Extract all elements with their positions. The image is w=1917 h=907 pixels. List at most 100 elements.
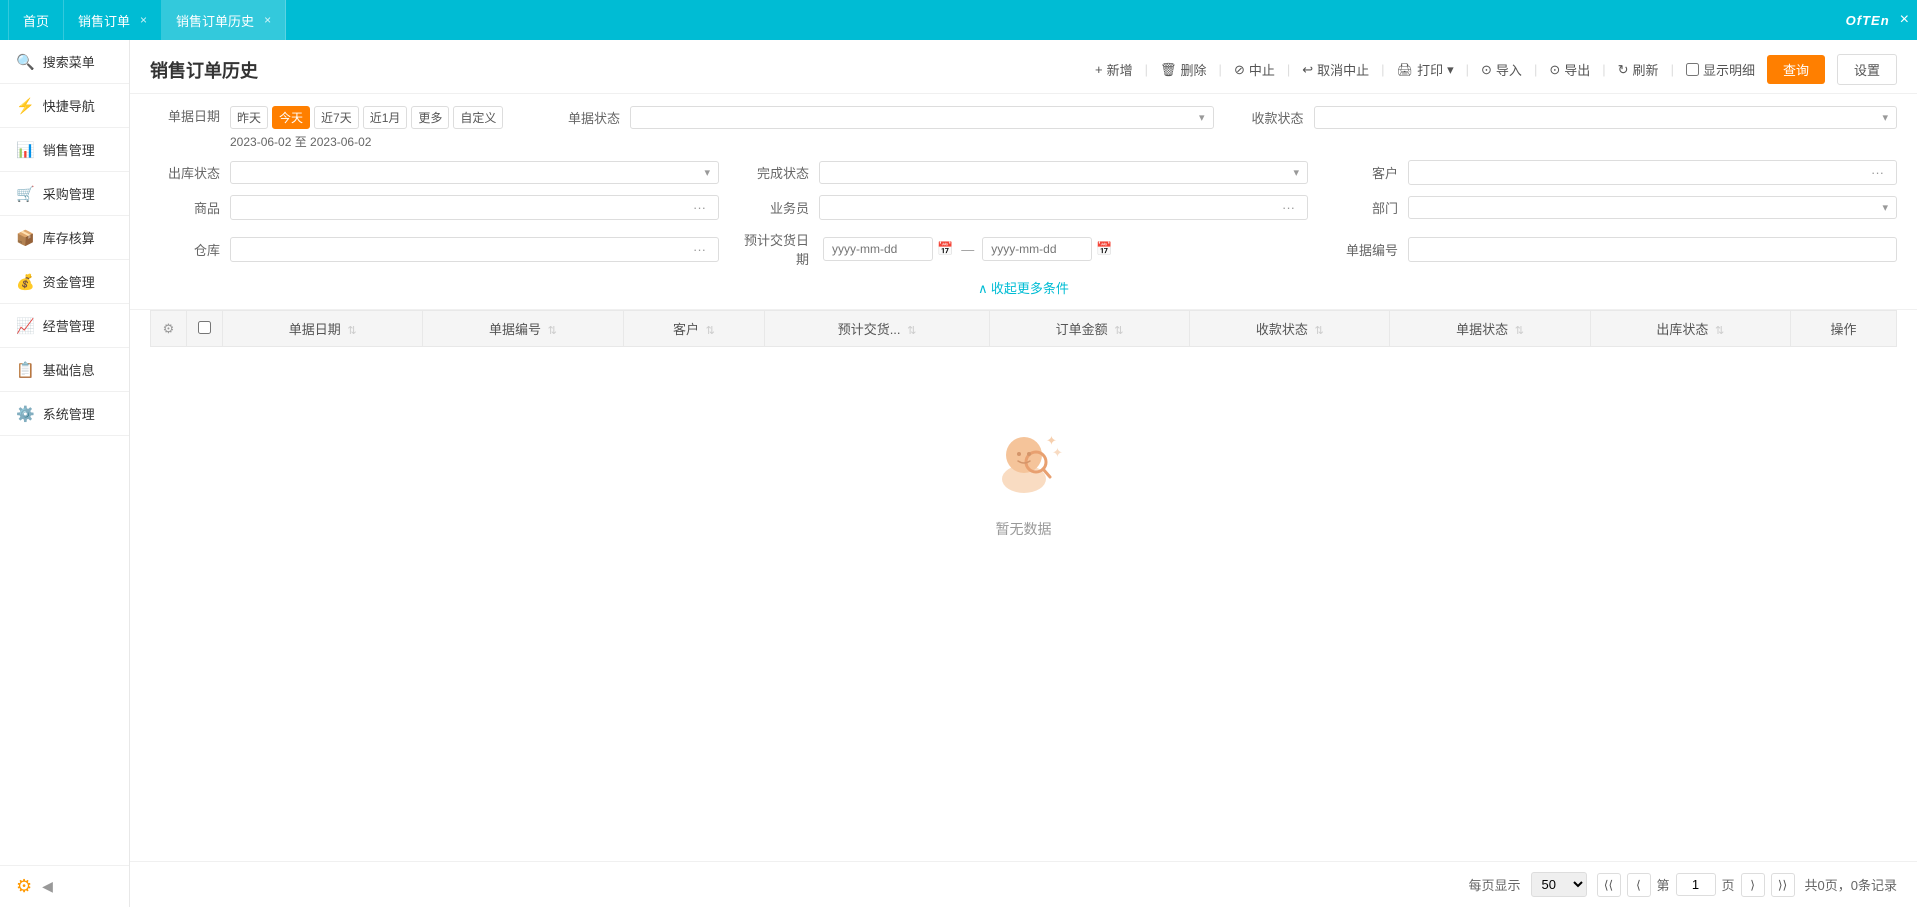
department-select[interactable]: ▾ xyxy=(1408,196,1897,219)
customer-ellipsis-icon[interactable]: ··· xyxy=(1867,165,1888,180)
col-outstock-status-label: 出库状态 xyxy=(1656,322,1708,337)
col-order-status-sort-icon[interactable]: ⇅ xyxy=(1515,325,1524,337)
col-order-status-label: 单据状态 xyxy=(1456,322,1508,337)
order-status-select[interactable]: ▾ xyxy=(630,106,1214,129)
tab-sales-order-history-close[interactable]: × xyxy=(264,13,271,27)
tab-sales-order-close[interactable]: × xyxy=(140,13,147,27)
delete-label: 删除 xyxy=(1181,60,1207,79)
tab-home[interactable]: 首页 xyxy=(8,0,64,40)
salesperson-input[interactable]: ··· xyxy=(819,195,1308,220)
product-label: 商品 xyxy=(150,198,230,217)
stop-button[interactable]: ⊘ 中止 xyxy=(1234,60,1275,79)
warehouse-input[interactable]: ··· xyxy=(230,237,719,262)
col-action-label: 操作 xyxy=(1830,322,1856,337)
payment-status-chevron-icon: ▾ xyxy=(1882,111,1888,124)
delivery-date-from[interactable] xyxy=(823,237,933,261)
table-select-all-checkbox[interactable] xyxy=(198,321,211,334)
tab-sales-order[interactable]: 销售订单 × xyxy=(64,0,162,40)
sidebar-item-finance[interactable]: 💰 资金管理 xyxy=(0,260,129,304)
table-checkbox-col xyxy=(187,311,223,347)
show-detail-checkbox[interactable] xyxy=(1686,63,1699,76)
window-close-button[interactable]: × xyxy=(1900,11,1909,29)
current-page-input[interactable] xyxy=(1676,873,1716,896)
new-button[interactable]: + 新增 xyxy=(1095,60,1133,79)
warehouse-ellipsis-icon[interactable]: ··· xyxy=(689,242,710,257)
delete-button[interactable]: 🗑 删除 xyxy=(1160,60,1207,79)
table-area: ⚙ 单据日期 ⇅ 单据编号 ⇅ xyxy=(130,310,1917,861)
query-button[interactable]: 查询 xyxy=(1767,55,1825,84)
date-btn-custom[interactable]: 自定义 xyxy=(453,106,503,129)
sidebar-collapse-icon[interactable]: ◀ xyxy=(42,878,53,895)
date-btn-yesterday[interactable]: 昨天 xyxy=(230,106,268,129)
col-amount-sort-icon[interactable]: ⇅ xyxy=(1114,325,1123,337)
delivery-date-to[interactable] xyxy=(982,237,1092,261)
import-label: 导入 xyxy=(1496,60,1522,79)
cal-icon-to: 📅 xyxy=(1096,241,1112,257)
svg-text:✦: ✦ xyxy=(1052,445,1063,460)
product-ellipsis-icon[interactable]: ··· xyxy=(689,200,710,215)
date-btn-more[interactable]: 更多 xyxy=(411,106,449,129)
first-page-button[interactable]: ⟨⟨ xyxy=(1597,873,1621,897)
import-button[interactable]: ⊙ 导入 xyxy=(1481,60,1522,79)
settings-button[interactable]: 设置 xyxy=(1837,54,1897,85)
print-button[interactable]: 🖨 打印 ▾ xyxy=(1397,60,1454,79)
top-bar-actions: OfTEn × xyxy=(1846,11,1909,29)
col-outstock-sort-icon[interactable]: ⇅ xyxy=(1715,325,1724,337)
col-payment-sort-icon[interactable]: ⇅ xyxy=(1314,325,1323,337)
outstock-status-select[interactable]: ▾ xyxy=(230,161,719,184)
total-info: 共0页，0条记录 xyxy=(1805,875,1897,894)
cancel-stop-button[interactable]: ↩ 取消中止 xyxy=(1302,60,1369,79)
inventory-icon: 📦 xyxy=(16,229,35,247)
export-button[interactable]: ⊙ 导出 xyxy=(1549,60,1590,79)
sidebar-item-quick-nav[interactable]: ⚡ 快捷导航 xyxy=(0,84,129,128)
page-size-select[interactable]: 10 20 50 100 xyxy=(1531,872,1587,897)
sidebar-item-sales-label: 销售管理 xyxy=(43,140,95,159)
table-settings-icon[interactable]: ⚙ xyxy=(163,321,175,336)
main-layout: 🔍 搜索菜单 ⚡ 快捷导航 📊 销售管理 🛒 采购管理 📦 库存核算 💰 资金管… xyxy=(0,40,1917,907)
salesperson-ellipsis-icon[interactable]: ··· xyxy=(1278,200,1299,215)
date-btn-today[interactable]: 今天 xyxy=(272,106,310,129)
refresh-button[interactable]: ↻ 刷新 xyxy=(1618,60,1659,79)
prev-page-button[interactable]: ⟨ xyxy=(1627,873,1651,897)
table-header-row: ⚙ 单据日期 ⇅ 单据编号 ⇅ xyxy=(151,311,1897,347)
tab-sales-order-label: 销售订单 xyxy=(78,11,130,30)
col-orderno-sort-icon[interactable]: ⇅ xyxy=(548,325,557,337)
payment-status-select[interactable]: ▾ xyxy=(1314,106,1898,129)
collapse-up-icon: ∧ xyxy=(978,281,988,296)
date-btn-7days[interactable]: 近7天 xyxy=(314,106,359,129)
sidebar-item-basic-info[interactable]: 📋 基础信息 xyxy=(0,348,129,392)
complete-status-select[interactable]: ▾ xyxy=(819,161,1308,184)
sidebar-item-system[interactable]: ⚙️ 系统管理 xyxy=(0,392,129,436)
next-page-button[interactable]: ⟩ xyxy=(1741,873,1765,897)
date-buttons: 昨天 今天 近7天 近1月 更多 自定义 xyxy=(230,106,503,129)
tab-sales-order-history-label: 销售订单历史 xyxy=(176,11,254,30)
operations-icon: 📈 xyxy=(16,317,35,335)
date-range-sep: — xyxy=(961,242,974,257)
pagination: ⟨⟨ ⟨ 第 页 ⟩ ⟩⟩ xyxy=(1597,873,1795,897)
col-payment-status-label: 收款状态 xyxy=(1256,322,1308,337)
show-detail-label: 显示明细 xyxy=(1703,60,1755,79)
last-page-button[interactable]: ⟩⟩ xyxy=(1771,873,1795,897)
stop-label: 中止 xyxy=(1249,60,1275,79)
tab-sales-order-history[interactable]: 销售订单历史 × xyxy=(162,0,286,40)
sidebar-item-search[interactable]: 🔍 搜索菜单 xyxy=(0,40,129,84)
collapse-filter-button[interactable]: ∧ 收起更多条件 xyxy=(150,278,1897,297)
sidebar-item-inventory[interactable]: 📦 库存核算 xyxy=(0,216,129,260)
order-no-input[interactable] xyxy=(1408,237,1897,262)
sidebar-settings-icon[interactable]: ⚙ xyxy=(16,876,32,897)
page-title: 销售订单历史 xyxy=(150,57,258,83)
customer-input[interactable]: ··· xyxy=(1408,160,1897,185)
sidebar-item-purchase[interactable]: 🛒 采购管理 xyxy=(0,172,129,216)
date-btn-1month[interactable]: 近1月 xyxy=(363,106,408,129)
filter-area: 单据日期 昨天 今天 近7天 近1月 更多 自定义 2023-06-02 至 2… xyxy=(130,94,1917,310)
sidebar-item-operations[interactable]: 📈 经营管理 xyxy=(0,304,129,348)
sidebar-item-sales[interactable]: 📊 销售管理 xyxy=(0,128,129,172)
col-customer-label: 客户 xyxy=(673,322,699,337)
filter-row-2: 出库状态 ▾ 完成状态 ▾ 客户 xyxy=(150,160,1897,185)
show-detail-checkbox-label[interactable]: 显示明细 xyxy=(1686,60,1755,79)
col-delivery-sort-icon[interactable]: ⇅ xyxy=(907,325,916,337)
col-customer-sort-icon[interactable]: ⇅ xyxy=(706,325,715,337)
basic-info-icon: 📋 xyxy=(16,361,35,379)
product-input[interactable]: ··· xyxy=(230,195,719,220)
col-date-sort-icon[interactable]: ⇅ xyxy=(347,325,356,337)
